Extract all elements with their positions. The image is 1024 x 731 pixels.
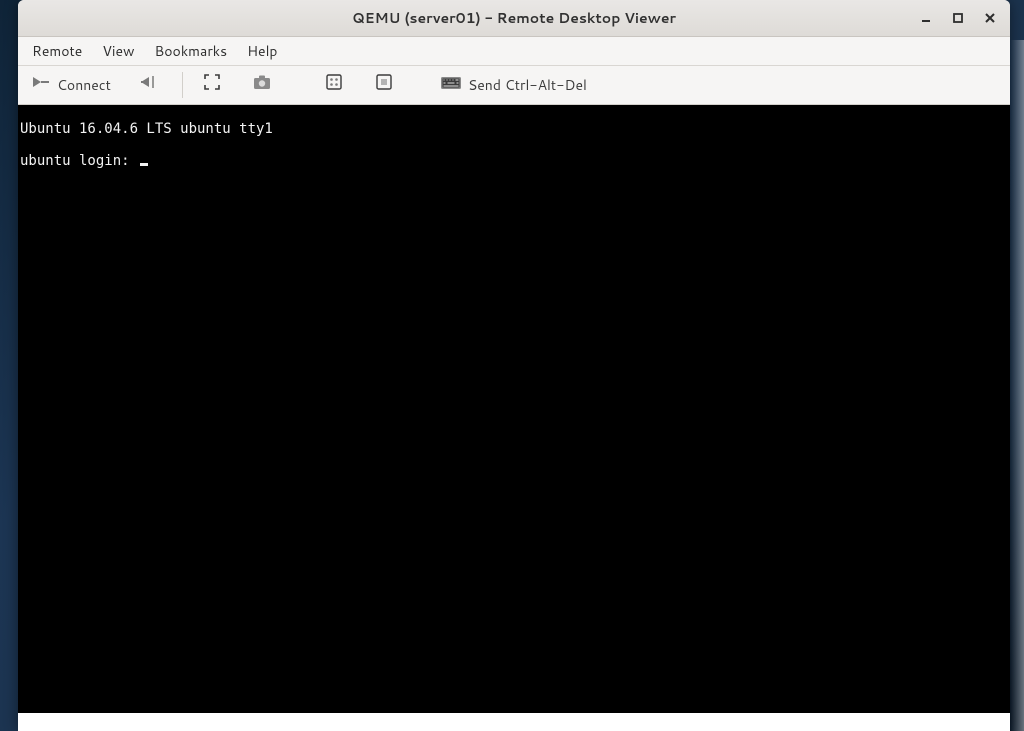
toolbar-separator-1 — [182, 72, 183, 98]
window-controls — [908, 0, 1004, 36]
connect-icon — [31, 73, 51, 97]
terminal-view[interactable]: Ubuntu 16.04.6 LTS ubuntu tty1 ubuntu lo… — [18, 105, 1010, 713]
minimize-button[interactable] — [912, 5, 940, 31]
close-icon — [984, 12, 996, 24]
menu-bookmarks[interactable]: Bookmarks — [145, 37, 238, 65]
close-button[interactable] — [976, 5, 1004, 31]
window-title: QEMU (server01) - Remote Desktop Viewer — [352, 8, 676, 28]
menu-view[interactable]: View — [92, 37, 144, 65]
minimize-icon — [920, 12, 932, 24]
menu-remote[interactable]: Remote — [22, 37, 92, 65]
maximize-button[interactable] — [944, 5, 972, 31]
screenshot-button[interactable] — [239, 69, 285, 101]
menu-help[interactable]: Help — [237, 37, 287, 65]
camera-icon — [252, 73, 272, 97]
scaling-button[interactable] — [311, 69, 357, 101]
disconnect-button[interactable] — [126, 69, 172, 101]
content-area: Ubuntu 16.04.6 LTS ubuntu tty1 ubuntu lo… — [18, 105, 1010, 731]
disconnect-icon — [139, 73, 159, 97]
scaling-icon — [325, 73, 343, 97]
terminal-cursor — [140, 163, 148, 166]
fullscreen-button[interactable] — [189, 69, 235, 101]
maximize-icon — [952, 12, 964, 24]
toolbar: Connect — [18, 66, 1010, 105]
send-cad-label: Send Ctrl-Alt-Del — [468, 75, 587, 95]
titlebar: QEMU (server01) - Remote Desktop Viewer — [18, 0, 1010, 37]
fullscreen-icon — [203, 73, 221, 97]
desktop-right-edge — [1010, 40, 1024, 731]
connect-button[interactable]: Connect — [24, 69, 122, 101]
terminal-line-1: Ubuntu 16.04.6 LTS ubuntu tty1 — [20, 121, 1008, 137]
menubar: Remote View Bookmarks Help — [18, 37, 1010, 66]
readonly-icon — [375, 73, 393, 97]
send-ctrl-alt-del-button[interactable]: Send Ctrl-Alt-Del — [433, 69, 598, 101]
terminal-login-prompt: ubuntu login: — [20, 153, 138, 169]
terminal-login-line: ubuntu login: — [20, 153, 1008, 169]
readonly-button[interactable] — [361, 69, 407, 101]
keyboard-icon — [440, 74, 462, 97]
app-window: QEMU (server01) - Remote Desktop Viewer … — [18, 0, 1010, 731]
terminal-blank-line — [20, 137, 1008, 153]
connect-label: Connect — [57, 75, 111, 95]
